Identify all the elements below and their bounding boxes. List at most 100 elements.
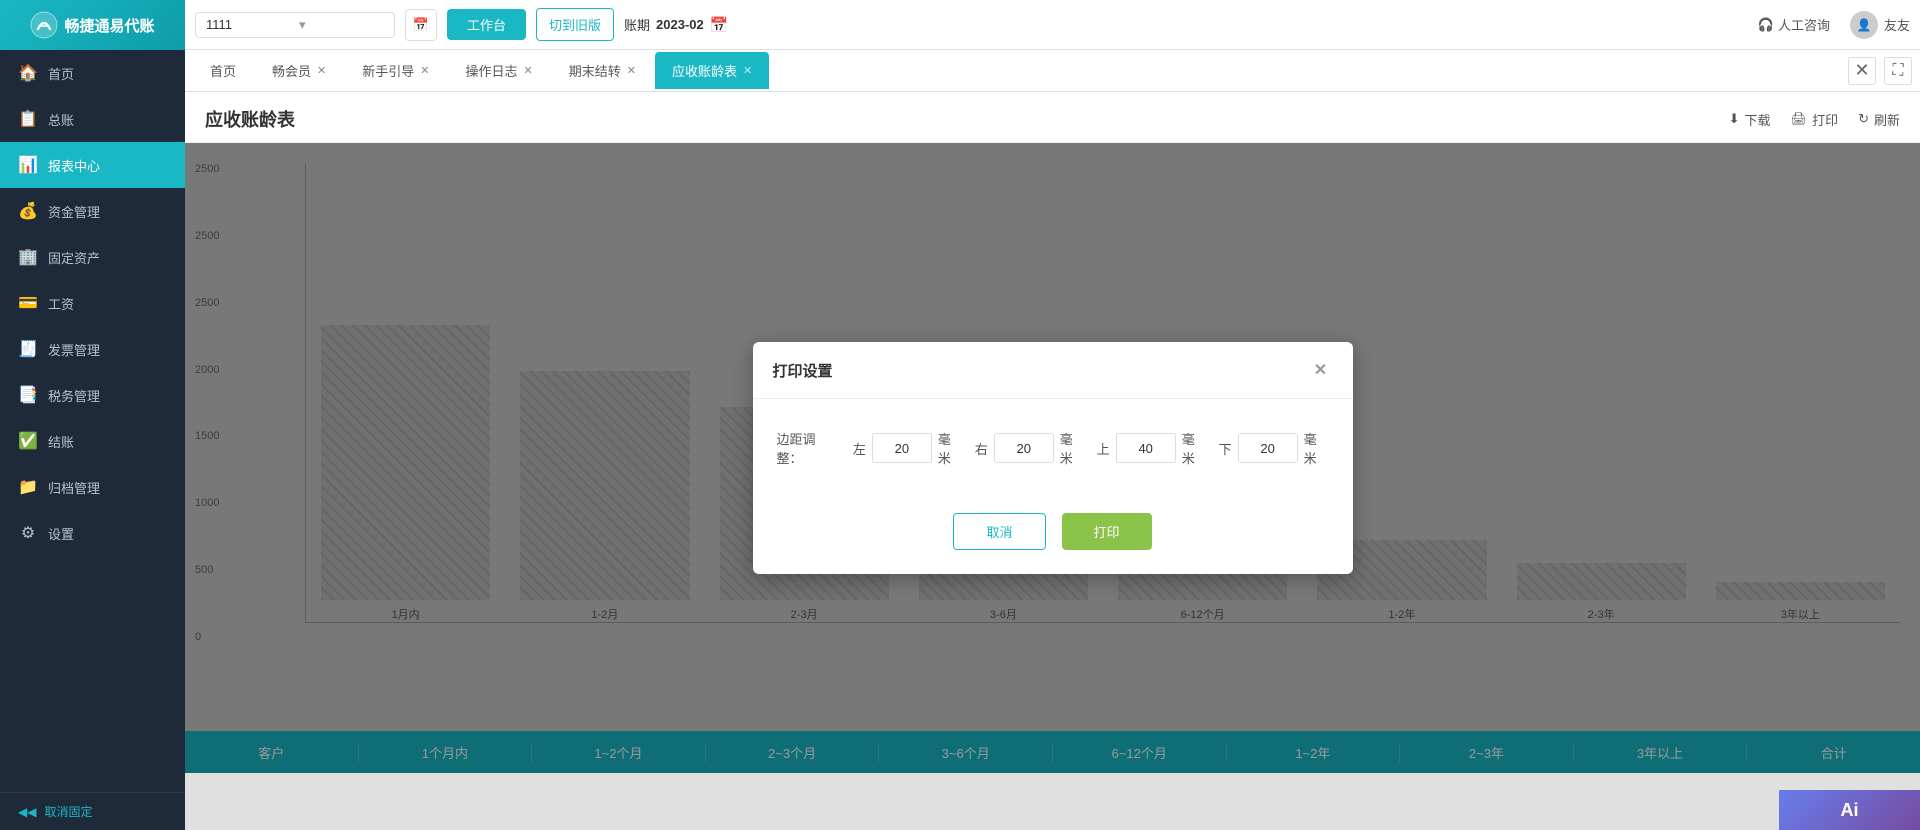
print-icon: 🖨 xyxy=(1791,111,1808,127)
top-label: 上 xyxy=(1097,439,1110,458)
user-name: 友友 xyxy=(1884,15,1910,34)
sidebar-collapse-button[interactable]: ◀◀ 取消固定 xyxy=(0,792,185,830)
tab-log-close[interactable]: ✕ xyxy=(524,64,533,77)
sidebar-label-ledger: 总账 xyxy=(48,110,74,129)
sidebar-item-fund[interactable]: 💰 资金管理 xyxy=(0,188,185,234)
service-button[interactable]: 🎧 人工咨询 xyxy=(1758,15,1830,34)
tab-bar: 首页 畅会员 ✕ 新手引导 ✕ 操作日志 ✕ 期末结转 ✕ 应收账龄表 ✕ xyxy=(185,50,1920,92)
tab-period-end[interactable]: 期末结转 ✕ xyxy=(552,52,653,89)
print-settings-modal: 打印设置 ✕ 边距调整： 左 毫米 xyxy=(753,342,1353,574)
invoice-icon: 🧾 xyxy=(18,339,38,359)
sidebar-item-asset[interactable]: 🏢 固定资产 xyxy=(0,234,185,280)
period-calendar-icon[interactable]: 📅 xyxy=(710,16,729,34)
tab-home[interactable]: 首页 xyxy=(193,52,253,89)
report-icon: 📊 xyxy=(18,155,38,175)
modal-footer: 取消 打印 xyxy=(753,497,1353,574)
tab-member[interactable]: 畅会员 ✕ xyxy=(255,52,343,89)
close-book-icon: ✅ xyxy=(18,431,38,451)
period-area: 账期 2023-02 📅 xyxy=(624,15,728,34)
service-label: 人工咨询 xyxy=(1778,15,1830,34)
sidebar-item-invoice[interactable]: 🧾 发票管理 xyxy=(0,326,185,372)
bottom-unit: 毫米 xyxy=(1304,429,1329,467)
sidebar-label-settings: 设置 xyxy=(48,524,74,543)
tab-aging-close[interactable]: ✕ xyxy=(743,64,752,77)
print-button[interactable]: 🖨 打印 xyxy=(1791,110,1839,129)
logo: 畅捷通易代账 xyxy=(0,0,185,50)
refresh-button[interactable]: ↻ 刷新 xyxy=(1858,110,1900,129)
sidebar-label-report: 报表中心 xyxy=(48,156,100,175)
download-button[interactable]: ⬇ 下载 xyxy=(1729,110,1771,129)
sidebar-item-ledger[interactable]: 📋 总账 xyxy=(0,96,185,142)
tab-home-label: 首页 xyxy=(210,61,236,80)
print-label: 打印 xyxy=(1812,110,1838,129)
right-margin-input[interactable] xyxy=(994,433,1054,463)
company-selector[interactable]: 1111 ▾ xyxy=(195,12,395,38)
collapse-label: 取消固定 xyxy=(44,803,92,820)
avatar-icon: 👤 xyxy=(1857,18,1872,32)
modal-close-button[interactable]: ✕ xyxy=(1309,358,1333,382)
left-label: 左 xyxy=(853,439,866,458)
user-area[interactable]: 👤 友友 xyxy=(1850,11,1910,39)
sidebar-label-tax: 税务管理 xyxy=(48,386,100,405)
top-margin-group: 上 毫米 xyxy=(1097,429,1207,467)
right-margin-group: 右 毫米 xyxy=(975,429,1085,467)
sidebar-item-tax[interactable]: 📑 税务管理 xyxy=(0,372,185,418)
margin-adjust-label: 边距调整： xyxy=(777,429,841,467)
settings-icon: ⚙ xyxy=(18,523,38,543)
sidebar-label-close: 结账 xyxy=(48,432,74,451)
modal-header: 打印设置 ✕ xyxy=(753,342,1353,399)
tax-icon: 📑 xyxy=(18,385,38,405)
content-area: 首页 畅会员 ✕ 新手引导 ✕ 操作日志 ✕ 期末结转 ✕ 应收账龄表 ✕ xyxy=(185,50,1920,830)
download-label: 下载 xyxy=(1745,110,1771,129)
page-title: 应收账龄表 xyxy=(205,106,295,132)
tab-guide[interactable]: 新手引导 ✕ xyxy=(345,52,446,89)
sidebar-item-report[interactable]: 📊 报表中心 xyxy=(0,142,185,188)
page-actions: ⬇ 下载 🖨 打印 ↻ 刷新 xyxy=(1729,110,1900,129)
calendar-button[interactable]: 📅 xyxy=(405,9,437,41)
tab-aging[interactable]: 应收账龄表 ✕ xyxy=(655,52,769,89)
top-margin-input[interactable] xyxy=(1116,433,1176,463)
modal-body: 边距调整： 左 毫米 右 毫米 xyxy=(753,399,1353,497)
period-value: 2023-02 xyxy=(656,17,704,32)
switch-version-button[interactable]: 切到旧版 xyxy=(536,8,614,41)
bottom-margin-group: 下 毫米 xyxy=(1219,429,1329,467)
top-unit: 毫米 xyxy=(1182,429,1207,467)
ai-badge[interactable]: Ai xyxy=(1779,790,1920,830)
company-name: 1111 xyxy=(206,17,291,32)
tab-member-close[interactable]: ✕ xyxy=(317,64,326,77)
tab-aging-label: 应收账龄表 xyxy=(672,61,737,80)
calendar-icon: 📅 xyxy=(413,17,429,33)
ai-label: Ai xyxy=(1841,800,1859,821)
right-unit: 毫米 xyxy=(1060,429,1085,467)
tab-log[interactable]: 操作日志 ✕ xyxy=(448,52,549,89)
sidebar-label-asset: 固定资产 xyxy=(48,248,100,267)
sidebar-item-archive[interactable]: 📁 归档管理 xyxy=(0,464,185,510)
cancel-button[interactable]: 取消 xyxy=(953,513,1045,550)
modal-overlay: 打印设置 ✕ 边距调整： 左 毫米 xyxy=(185,143,1920,773)
chart-container: 0 500 1000 1500 2000 2500 2500 2500 1月内 xyxy=(185,143,1920,773)
app-name: 畅捷通易代账 xyxy=(64,15,154,36)
sidebar-label-home: 首页 xyxy=(48,64,74,83)
tab-expand-button[interactable]: ⛶ xyxy=(1884,57,1912,85)
archive-icon: 📁 xyxy=(18,477,38,497)
tab-period-end-close[interactable]: ✕ xyxy=(627,64,636,77)
tab-guide-label: 新手引导 xyxy=(362,61,414,80)
tab-close-button[interactable]: ✕ xyxy=(1848,57,1876,85)
headset-icon: 🎧 xyxy=(1758,17,1774,33)
asset-icon: 🏢 xyxy=(18,247,38,267)
sidebar-label-payroll: 工资 xyxy=(48,294,74,313)
bottom-margin-input[interactable] xyxy=(1238,433,1298,463)
period-label: 账期 xyxy=(624,15,650,34)
sidebar-item-payroll[interactable]: 💳 工资 xyxy=(0,280,185,326)
sidebar: 🏠 首页 📋 总账 📊 报表中心 💰 资金管理 🏢 固定资产 💳 工资 xyxy=(0,50,185,830)
sidebar-item-close[interactable]: ✅ 结账 xyxy=(0,418,185,464)
print-confirm-button[interactable]: 打印 xyxy=(1062,513,1152,550)
tab-guide-close[interactable]: ✕ xyxy=(420,64,429,77)
tab-log-label: 操作日志 xyxy=(465,61,517,80)
left-margin-input[interactable] xyxy=(872,433,932,463)
sidebar-item-settings[interactable]: ⚙ 设置 xyxy=(0,510,185,556)
sidebar-item-home[interactable]: 🏠 首页 xyxy=(0,50,185,96)
tab-period-end-label: 期末结转 xyxy=(569,61,621,80)
home-icon: 🏠 xyxy=(18,63,38,83)
workbench-button[interactable]: 工作台 xyxy=(447,9,526,40)
